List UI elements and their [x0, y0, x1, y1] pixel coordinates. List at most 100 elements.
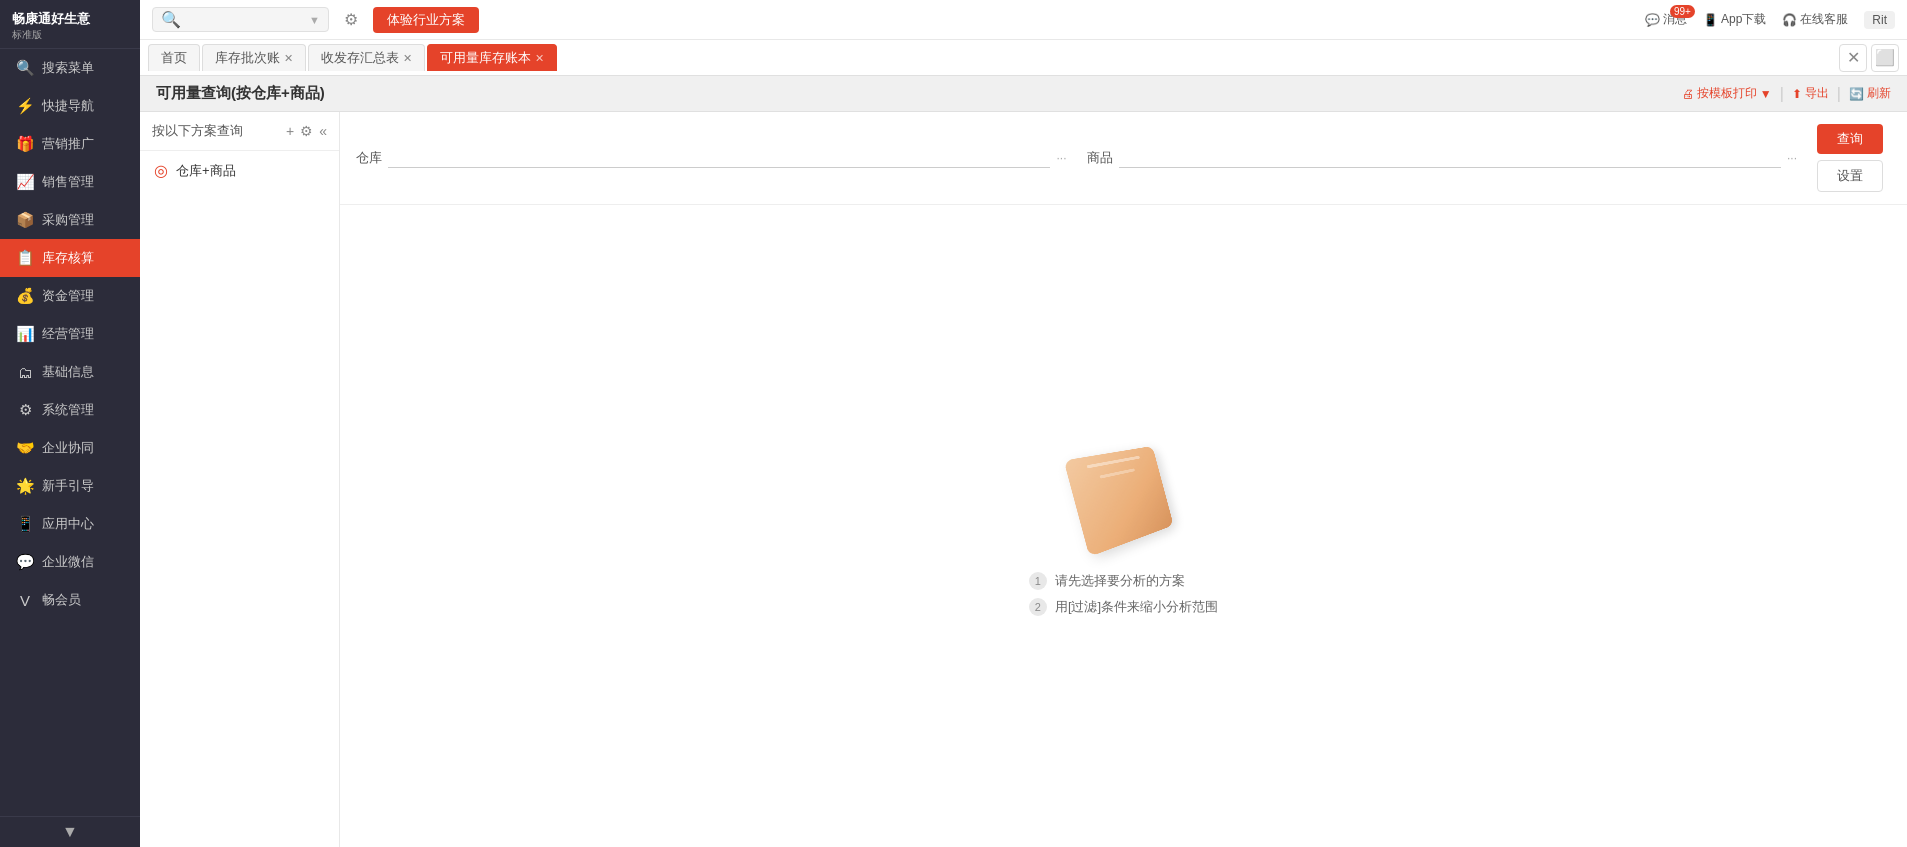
hint-text-2: 用[过滤]条件来缩小分析范围: [1055, 598, 1218, 616]
empty-hints: 1 请先选择要分析的方案 2 用[过滤]条件来缩小分析范围: [1029, 572, 1218, 616]
sidebar-label-operation: 经营管理: [42, 325, 94, 343]
hint-num-2: 2: [1029, 598, 1047, 616]
goods-more-btn[interactable]: ···: [1787, 151, 1797, 165]
sidebar-item-system[interactable]: ⚙ 系统管理: [0, 391, 140, 429]
app-download-label: App下载: [1721, 11, 1766, 28]
sidebar-item-newbie[interactable]: 🌟新手引导: [0, 467, 140, 505]
query-area: 仓库 ··· 商品 ··· 查询 设置: [340, 112, 1907, 847]
filter-item-icon: ◎: [154, 161, 168, 180]
content-area: 按以下方案查询 + ⚙ « ◎ 仓库+商品 仓库: [140, 112, 1907, 847]
filter-item-warehouse-goods[interactable]: ◎ 仓库+商品: [140, 151, 339, 190]
export-label: 导出: [1805, 85, 1829, 102]
tab-maximize[interactable]: ⬜: [1871, 44, 1899, 72]
sidebar-item-sales[interactable]: 📈销售管理: [0, 163, 140, 201]
empty-box-illustration: [1063, 446, 1173, 557]
sidebar-item-cooperation[interactable]: 🤝 企业协同: [0, 429, 140, 467]
main-area: 🔍 ▼ ⚙ 体验行业方案 💬 消息 99+ 📱 App下载 🎧: [140, 0, 1907, 847]
filter-settings-icon[interactable]: ⚙: [300, 123, 313, 139]
sidebar-icon-wechat: 💬: [16, 553, 34, 571]
sidebar-item-wechat[interactable]: 💬 企业微信: [0, 543, 140, 581]
tab-batch-account-close[interactable]: ✕: [284, 53, 293, 64]
tab-close-window[interactable]: ✕: [1839, 44, 1867, 72]
sidebar-icon-system: ⚙: [16, 401, 34, 419]
query-actions: 查询 设置: [1817, 124, 1891, 192]
topbar-user[interactable]: Rit: [1864, 11, 1895, 29]
sidebar-item-search[interactable]: 🔍搜索菜单: [0, 49, 140, 87]
sidebar-item-basic-info[interactable]: 🗂 基础信息: [0, 353, 140, 391]
sidebar-label-system: 系统管理: [42, 401, 94, 419]
topbar-app-download[interactable]: 📱 App下载: [1703, 11, 1766, 28]
topbar-search-input[interactable]: [185, 13, 305, 27]
tab-receive-summary[interactable]: 收发存汇总表 ✕: [308, 44, 425, 71]
sidebar-label-cooperation: 企业协同: [42, 439, 94, 457]
topbar-gear-icon[interactable]: ⚙: [337, 6, 365, 34]
tab-batch-account[interactable]: 库存批次账 ✕: [202, 44, 306, 71]
filter-panel-title: 按以下方案查询: [152, 122, 243, 140]
sidebar-item-inventory[interactable]: 📋库存核算: [0, 239, 140, 277]
topbar-search-chevron[interactable]: ▼: [309, 14, 320, 26]
filter-collapse-icon[interactable]: «: [319, 123, 327, 139]
tab-available-qty[interactable]: 可用量库存账本 ✕: [427, 44, 557, 71]
headset-icon: 🎧: [1782, 13, 1797, 27]
tab-home[interactable]: 首页: [148, 44, 200, 71]
sidebar-label-sales: 销售管理: [42, 173, 94, 191]
sidebar-label-quicknav: 快捷导航: [42, 97, 94, 115]
sidebar-icon-basic-info: 🗂: [16, 364, 34, 381]
query-btn[interactable]: 查询: [1817, 124, 1883, 154]
export-btn[interactable]: ⬆ 导出: [1792, 85, 1829, 102]
sidebar-item-operation[interactable]: 📊经营管理: [0, 315, 140, 353]
sidebar-item-marketing[interactable]: 🎁营销推广: [0, 125, 140, 163]
tab-receive-summary-close[interactable]: ✕: [403, 53, 412, 64]
hint-num-1: 1: [1029, 572, 1047, 590]
sidebar-item-purchase[interactable]: 📦采购管理: [0, 201, 140, 239]
topbar-search-icon: 🔍: [161, 10, 181, 29]
query-settings-btn[interactable]: 设置: [1817, 160, 1883, 192]
app-container: 畅康通好生意 标准版 🔍搜索菜单⚡快捷导航🎁营销推广📈销售管理📦采购管理📋库存核…: [0, 0, 1907, 847]
sidebar-scroll-down[interactable]: ▼: [0, 816, 140, 847]
sidebar-icon-finance: 💰: [16, 287, 34, 305]
sidebar-item-finance[interactable]: 💰 资金管理: [0, 277, 140, 315]
online-service-label: 在线客服: [1800, 11, 1848, 28]
empty-hint-1: 1 请先选择要分析的方案: [1029, 572, 1218, 590]
sidebar-label-finance: 资金管理: [42, 287, 94, 305]
tabbar-end: ✕ ⬜: [1839, 44, 1899, 72]
user-name: Rit: [1872, 13, 1887, 27]
page-header-actions: 🖨 按模板打印 ▼ | ⬆ 导出 | 🔄 刷新: [1682, 85, 1891, 103]
sidebar-label-wechat: 企业微信: [42, 553, 94, 571]
trial-btn[interactable]: 体验行业方案: [373, 7, 479, 33]
print-chevron: ▼: [1760, 87, 1772, 101]
topbar-msg[interactable]: 💬 消息 99+: [1645, 11, 1687, 28]
sidebar-item-app-center[interactable]: 📱 应用中心: [0, 505, 140, 543]
warehouse-more-btn[interactable]: ···: [1056, 151, 1066, 165]
hint-text-1: 请先选择要分析的方案: [1055, 572, 1185, 590]
refresh-btn[interactable]: 🔄 刷新: [1849, 85, 1891, 102]
warehouse-input[interactable]: [388, 148, 1050, 168]
print-label: 按模板打印: [1697, 85, 1757, 102]
app-edition: 标准版: [12, 28, 128, 42]
sidebar-item-quicknav[interactable]: ⚡快捷导航: [0, 87, 140, 125]
phone-icon: 📱: [1703, 13, 1718, 27]
sidebar-icon-app-center: 📱: [16, 515, 34, 533]
sidebar-label-app-center: 应用中心: [42, 515, 94, 533]
print-icon: 🖨: [1682, 87, 1694, 101]
goods-input[interactable]: [1119, 148, 1781, 168]
topbar-search-box[interactable]: 🔍 ▼: [152, 7, 329, 32]
tab-available-qty-close[interactable]: ✕: [535, 53, 544, 64]
sidebar-item-member[interactable]: V畅会员: [0, 581, 140, 619]
sidebar-icon-newbie: 🌟: [16, 477, 34, 495]
refresh-icon: 🔄: [1849, 87, 1864, 101]
tabbar: 首页 库存批次账 ✕ 收发存汇总表 ✕ 可用量库存账本 ✕ ✕ ⬜: [140, 40, 1907, 76]
topbar-online-service[interactable]: 🎧 在线客服: [1782, 11, 1848, 28]
app-name: 畅康通好生意: [12, 10, 128, 28]
filter-add-icon[interactable]: +: [286, 123, 294, 139]
sidebar-label-basic-info: 基础信息: [42, 363, 94, 381]
page-header: 可用量查询(按仓库+商品) 🖨 按模板打印 ▼ | ⬆ 导出 | 🔄 刷新: [140, 76, 1907, 112]
topbar-right: 💬 消息 99+ 📱 App下载 🎧 在线客服 Rit: [1645, 11, 1895, 29]
app-logo: 畅康通好生意 标准版: [0, 0, 140, 49]
sidebar-label-marketing: 营销推广: [42, 135, 94, 153]
print-btn[interactable]: 🖨 按模板打印 ▼: [1682, 85, 1772, 102]
sidebar-scroll: 🔍搜索菜单⚡快捷导航🎁营销推广📈销售管理📦采购管理📋库存核算 💰 资金管理 📊经营管理…: [0, 49, 140, 816]
sidebar-icon-cooperation: 🤝: [16, 439, 34, 457]
goods-label: 商品: [1087, 149, 1113, 167]
goods-field: 商品 ···: [1087, 148, 1798, 168]
